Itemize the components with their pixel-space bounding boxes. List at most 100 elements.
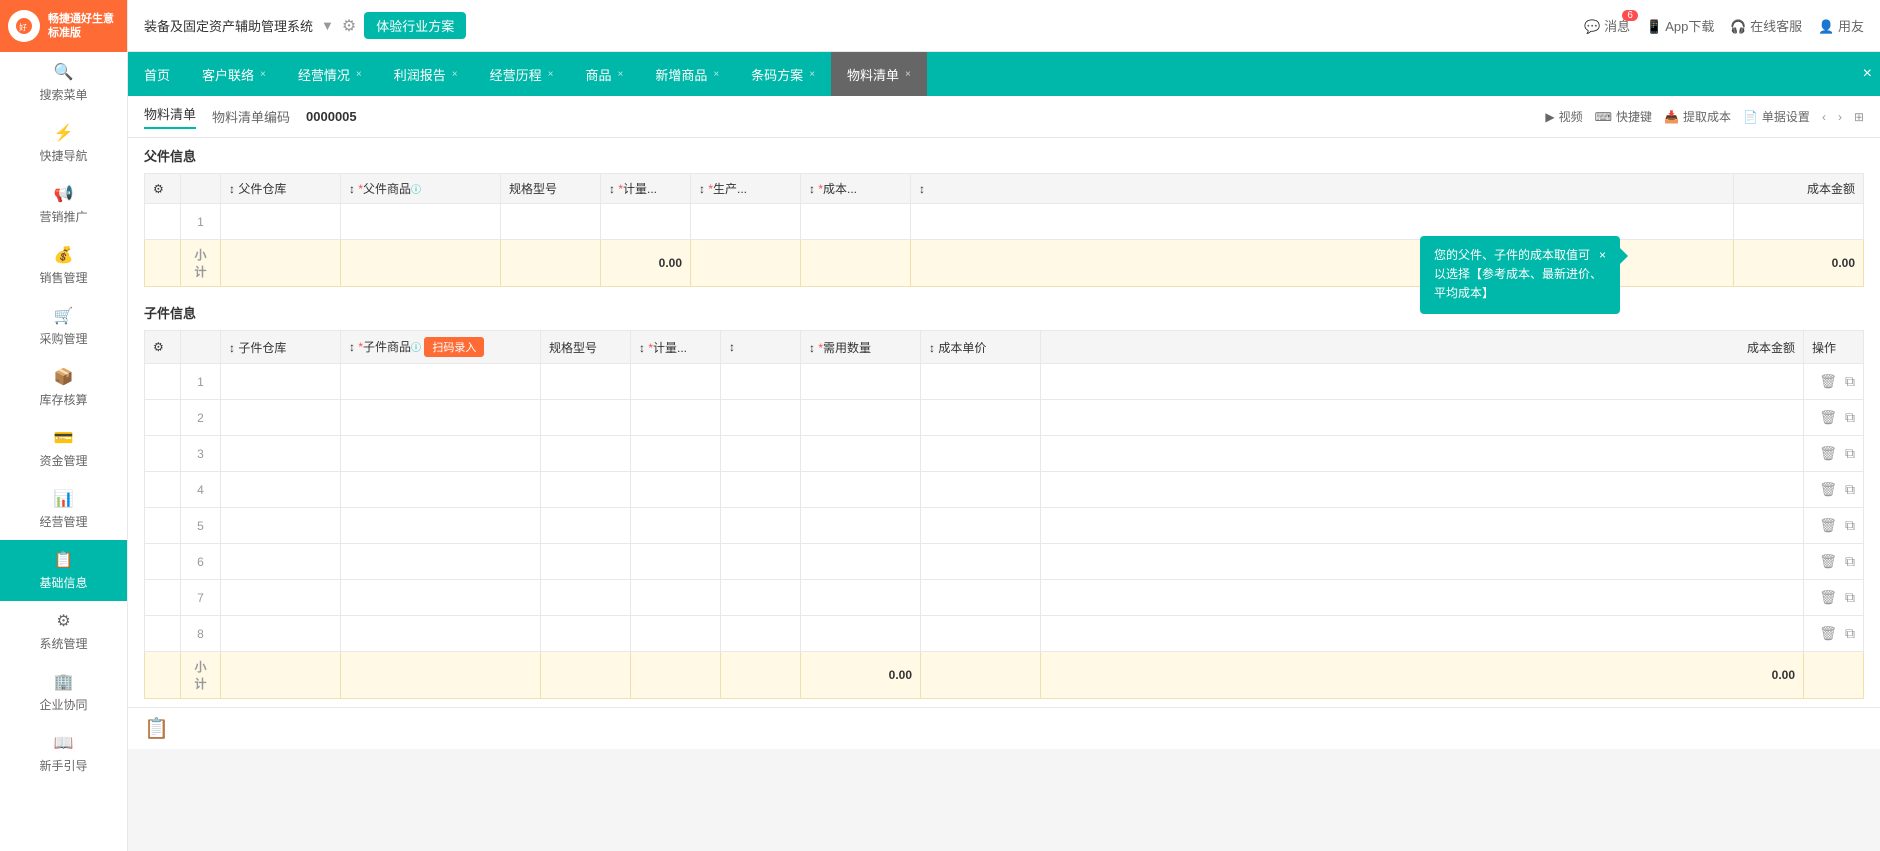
child-row-price[interactable]	[921, 544, 1041, 580]
child-row-qty[interactable]	[801, 436, 921, 472]
copy-row-icon[interactable]: ⧉	[1845, 409, 1855, 426]
child-row-qty[interactable]	[801, 364, 921, 400]
experience-button[interactable]: 体验行业方案	[364, 12, 466, 39]
delete-row-icon[interactable]: 🗑	[1819, 445, 1837, 462]
child-col-spec[interactable]: 规格型号	[541, 331, 631, 364]
scan-input-btn[interactable]: 扫码录入	[424, 337, 484, 357]
child-col-product[interactable]: ↕ *子件商品ⓘ 扫码录入	[341, 331, 541, 364]
child-row-spec[interactable]	[541, 580, 631, 616]
child-row-unit[interactable]	[631, 580, 721, 616]
sidebar-item-quick-nav[interactable]: ⚡ 快捷导航	[0, 113, 127, 174]
child-row-spec[interactable]	[541, 436, 631, 472]
parent-col-unit[interactable]: ↕ *计量...	[601, 174, 691, 204]
delete-row-icon[interactable]: 🗑	[1819, 373, 1837, 390]
child-col-settings[interactable]: ⚙	[145, 331, 181, 364]
sidebar-item-finance[interactable]: 💳 资金管理	[0, 418, 127, 479]
child-row-warehouse[interactable]	[221, 616, 341, 652]
sidebar-item-system[interactable]: ⚙ 系统管理	[0, 601, 127, 662]
tab-bom[interactable]: 物料清单 ×	[831, 52, 927, 96]
delete-row-icon[interactable]: 🗑	[1819, 481, 1837, 498]
child-row-unit[interactable]	[631, 508, 721, 544]
child-row-price[interactable]	[921, 508, 1041, 544]
parent-col-production[interactable]: ↕ *生产...	[691, 174, 801, 204]
copy-row-icon[interactable]: ⧉	[1845, 445, 1855, 462]
child-row-product[interactable]	[341, 616, 541, 652]
tab-goods[interactable]: 商品 ×	[569, 52, 639, 96]
tab-customers[interactable]: 客户联络 ×	[186, 52, 282, 96]
child-row-spec[interactable]	[541, 472, 631, 508]
delete-row-icon[interactable]: 🗑	[1819, 625, 1837, 642]
sidebar-item-sales[interactable]: 💰 销售管理	[0, 235, 127, 296]
sidebar-item-search[interactable]: 🔍 搜索菜单	[0, 52, 127, 113]
delete-row-icon[interactable]: 🗑	[1819, 553, 1837, 570]
child-row-qty[interactable]	[801, 616, 921, 652]
copy-row-icon[interactable]: ⧉	[1845, 517, 1855, 534]
child-row-price[interactable]	[921, 436, 1041, 472]
child-row-price[interactable]	[921, 580, 1041, 616]
close-customers-tab[interactable]: ×	[260, 69, 266, 80]
copy-row-icon[interactable]: ⧉	[1845, 625, 1855, 642]
child-row-spec[interactable]	[541, 508, 631, 544]
parent-row-production[interactable]	[691, 204, 801, 240]
sidebar-item-enterprise[interactable]: 🏢 企业协同	[0, 662, 127, 723]
child-row-unit[interactable]	[631, 616, 721, 652]
sidebar-item-purchase[interactable]: 🛒 采购管理	[0, 296, 127, 357]
close-profit-tab[interactable]: ×	[452, 69, 458, 80]
child-row-product[interactable]	[341, 472, 541, 508]
parent-row-cost[interactable]	[801, 204, 911, 240]
child-row-unit[interactable]	[631, 400, 721, 436]
child-row-price[interactable]	[921, 400, 1041, 436]
close-history-tab[interactable]: ×	[548, 69, 554, 80]
sidebar-item-inventory[interactable]: 📦 库存核算	[0, 357, 127, 418]
child-col-qty[interactable]: ↕ *需用数量	[801, 331, 921, 364]
tab-new-goods[interactable]: 新增商品 ×	[639, 52, 735, 96]
tab-profit[interactable]: 利润报告 ×	[378, 52, 474, 96]
delete-row-icon[interactable]: 🗑	[1819, 409, 1837, 426]
page-tab-code[interactable]: 物料清单编码	[212, 107, 290, 126]
child-row-product[interactable]	[341, 544, 541, 580]
child-row-product[interactable]	[341, 364, 541, 400]
parent-row-unit[interactable]	[601, 204, 691, 240]
sidebar-item-guide[interactable]: 📖 新手引导	[0, 723, 127, 784]
parent-row-product[interactable]	[341, 204, 501, 240]
parent-row-warehouse[interactable]	[221, 204, 341, 240]
video-btn[interactable]: ▶ 视频	[1545, 108, 1582, 125]
parent-col-settings[interactable]: ⚙	[145, 174, 181, 204]
close-all-tabs[interactable]: ×	[1863, 65, 1872, 83]
parent-row-spec[interactable]	[501, 204, 601, 240]
shortcut-btn[interactable]: ⌨ 快捷键	[1595, 108, 1652, 125]
child-col-unit[interactable]: ↕ *计量...	[631, 331, 721, 364]
child-row-warehouse[interactable]	[221, 436, 341, 472]
tab-barcode[interactable]: 条码方案 ×	[735, 52, 831, 96]
messages-badge[interactable]: 💬 消息 6	[1584, 16, 1630, 35]
child-row-warehouse[interactable]	[221, 544, 341, 580]
child-row-qty[interactable]	[801, 580, 921, 616]
close-operations-tab[interactable]: ×	[356, 69, 362, 80]
close-bom-tab[interactable]: ×	[905, 69, 911, 80]
child-row-unit[interactable]	[631, 364, 721, 400]
sidebar-item-basic-info[interactable]: 📋 基础信息	[0, 540, 127, 601]
tab-history[interactable]: 经营历程 ×	[474, 52, 570, 96]
child-row-unit[interactable]	[631, 472, 721, 508]
app-download[interactable]: 📱 App下载	[1646, 16, 1714, 35]
single-settings-btn[interactable]: 📄 单据设置	[1743, 108, 1810, 125]
child-row-price[interactable]	[921, 472, 1041, 508]
child-row-product[interactable]	[341, 400, 541, 436]
user-menu[interactable]: 👤 用友	[1818, 16, 1864, 35]
child-row-product[interactable]	[341, 436, 541, 472]
tab-operations[interactable]: 经营情况 ×	[282, 52, 378, 96]
copy-row-icon[interactable]: ⧉	[1845, 373, 1855, 390]
child-row-warehouse[interactable]	[221, 580, 341, 616]
parent-col-warehouse[interactable]: ↕ 父件仓库	[221, 174, 341, 204]
child-row-spec[interactable]	[541, 400, 631, 436]
child-row-warehouse[interactable]	[221, 508, 341, 544]
child-row-qty[interactable]	[801, 400, 921, 436]
parent-col-cost[interactable]: ↕ *成本...	[801, 174, 911, 204]
page-tab-bom[interactable]: 物料清单	[144, 104, 196, 129]
child-row-unit[interactable]	[631, 436, 721, 472]
child-row-product[interactable]	[341, 508, 541, 544]
tooltip-close-btn[interactable]: ×	[1599, 246, 1606, 265]
close-barcode-tab[interactable]: ×	[809, 69, 815, 80]
sidebar-item-marketing[interactable]: 📢 营销推广	[0, 174, 127, 235]
child-row-spec[interactable]	[541, 364, 631, 400]
